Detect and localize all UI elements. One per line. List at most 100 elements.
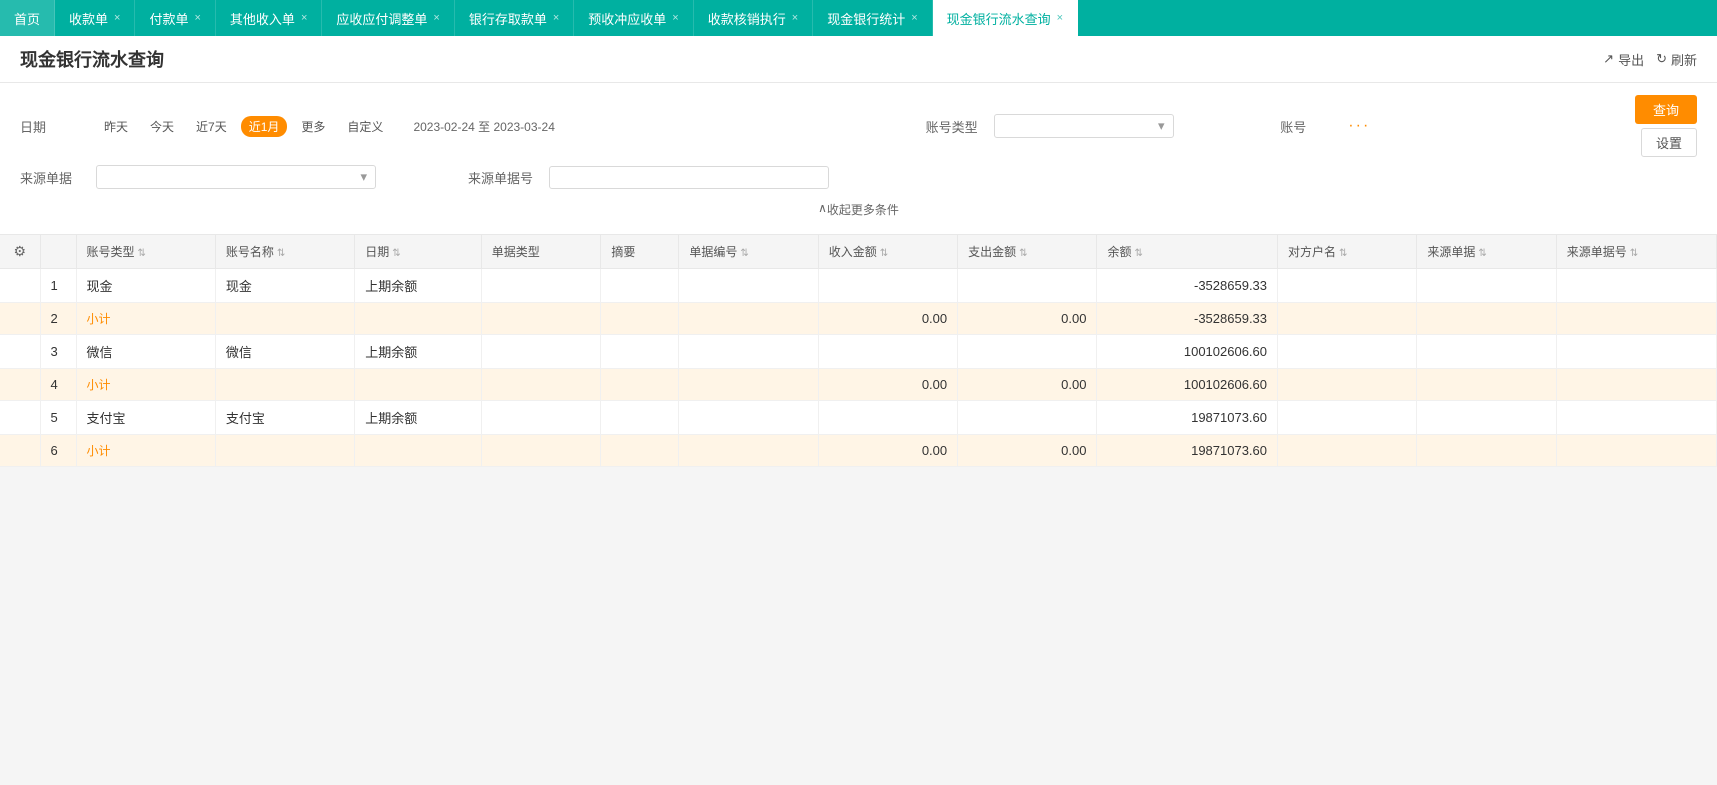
source-doc-select[interactable]: ▾ [96,165,376,189]
account-type-select[interactable]: ▾ [994,114,1174,138]
cell-expense: 0.00 [958,435,1097,467]
cell-doc-type [481,269,601,303]
nav-close-other-income[interactable]: × [301,12,307,24]
cell-balance: 100102606.60 [1097,335,1278,369]
cell-income: 0.00 [818,369,957,401]
cell-expense: 0.00 [958,303,1097,335]
date-opt-昨天[interactable]: 昨天 [96,116,136,137]
cell-doc-num [679,269,818,303]
nav-close-bank-deposit[interactable]: × [553,12,559,24]
col-balance[interactable]: 余额⇅ [1097,235,1278,269]
cell-income: 0.00 [818,435,957,467]
col-income[interactable]: 收入金额⇅ [818,235,957,269]
source-doc-num-input[interactable] [549,166,829,189]
col-source_doc_num[interactable]: 来源单据号⇅ [1556,235,1716,269]
cell-account-name: 微信 [215,335,354,369]
col-source_doc[interactable]: 来源单据⇅ [1417,235,1556,269]
col-account_type[interactable]: 账号类型⇅ [76,235,215,269]
query-button[interactable]: 查询 [1635,95,1697,124]
sort-icon-expense: ⇅ [1019,248,1027,259]
nav-item-home[interactable]: 首页 [0,0,55,36]
nav-item-bank-deposit[interactable]: 银行存取款单× [455,0,574,36]
account-type-label: 账号类型 [926,117,986,136]
data-table: ⚙账号类型⇅账号名称⇅日期⇅单据类型摘要单据编号⇅收入金额⇅支出金额⇅余额⇅对方… [0,235,1717,467]
filter-row-2: 来源单据 ▾ 来源单据号 [20,165,1697,189]
col-settings[interactable]: ⚙ [0,235,40,269]
cell-account-name: 支付宝 [215,401,354,435]
nav-item-payment[interactable]: 付款单× [135,0,215,36]
nav-item-advance-offset[interactable]: 预收冲应收单× [574,0,693,36]
sort-icon-doc_num: ⇅ [740,248,748,259]
cell-counterpart [1278,435,1417,467]
collapse-conditions-btn[interactable]: ∧ 收起更多条件 [20,197,1697,222]
cell-counterpart [1278,303,1417,335]
cell-summary [601,369,679,401]
nav-item-cash-bank-stats[interactable]: 现金银行统计× [813,0,932,36]
date-label: 日期 [20,117,80,136]
cell-doc-num [679,401,818,435]
cell-source-doc-num [1556,369,1716,401]
cell-account-type: 现金 [76,269,215,303]
nav-item-collect-exec[interactable]: 收款核销执行× [694,0,813,36]
cell-summary [601,303,679,335]
source-doc-label: 来源单据 [20,168,80,187]
nav-close-ap-adjustment[interactable]: × [433,12,439,24]
sort-icon-account_type: ⇅ [138,248,146,259]
cell-idx: 5 [40,401,76,435]
date-opt-更多[interactable]: 更多 [293,116,333,137]
date-options: 昨天今天近7天近1月更多自定义 [96,116,391,137]
cell-idx: 4 [40,369,76,401]
col-doc_num[interactable]: 单据编号⇅ [679,235,818,269]
export-button[interactable]: ↗ 导出 [1603,50,1644,69]
date-opt-近1月[interactable]: 近1月 [241,116,288,137]
col-date[interactable]: 日期⇅ [355,235,482,269]
nav-item-ap-adjustment[interactable]: 应收应付调整单× [322,0,454,36]
refresh-button[interactable]: ↻ 刷新 [1656,50,1697,69]
cell-source-doc-num [1556,435,1716,467]
gear-icon[interactable]: ⚙ [13,243,26,259]
account-type-group: 账号类型 ▾ [926,114,1265,138]
table-row: 4小计0.000.00100102606.60 [0,369,1717,401]
table-row: 1现金现金上期余额-3528659.33 [0,269,1717,303]
nav-close-advance-offset[interactable]: × [672,12,678,24]
cell-doc-num [679,435,818,467]
date-opt-自定义[interactable]: 自定义 [339,116,391,137]
cell-counterpart [1278,369,1417,401]
nav-item-receipt[interactable]: 收款单× [55,0,135,36]
cell-idx: 6 [40,435,76,467]
cell-balance: 100102606.60 [1097,369,1278,401]
col-counterpart[interactable]: 对方户名⇅ [1278,235,1417,269]
cell-account-type: 小计 [76,369,215,401]
nav-close-collect-exec[interactable]: × [792,12,798,24]
nav-close-receipt[interactable]: × [114,12,120,24]
col-idx [40,235,76,269]
table-row: 2小计0.000.00-3528659.33 [0,303,1717,335]
table-body: 1现金现金上期余额-3528659.332小计0.000.00-3528659.… [0,269,1717,467]
col-expense[interactable]: 支出金额⇅ [958,235,1097,269]
account-type-chevron: ▾ [1158,118,1165,134]
source-doc-num-label: 来源单据号 [468,168,533,187]
cell-idx: 1 [40,269,76,303]
cell-balance: -3528659.33 [1097,303,1278,335]
nav-item-cash-bank-flow[interactable]: 现金银行流水查询× [933,0,1078,36]
date-opt-近7天[interactable]: 近7天 [188,116,235,137]
nav-item-other-income[interactable]: 其他收入单× [216,0,322,36]
col-account_name[interactable]: 账号名称⇅ [215,235,354,269]
cell-counterpart [1278,401,1417,435]
cell-account-type: 小计 [76,303,215,335]
cell-date [355,369,482,401]
nav-close-payment[interactable]: × [194,12,200,24]
cell-source-doc [1417,401,1556,435]
nav-close-cash-bank-flow[interactable]: × [1057,12,1063,24]
sort-icon-counterpart: ⇅ [1339,248,1347,259]
refresh-icon: ↻ [1656,51,1667,67]
nav-close-cash-bank-stats[interactable]: × [911,12,917,24]
account-dots-btn[interactable]: ··· [1348,117,1370,135]
filter-area: 日期 昨天今天近7天近1月更多自定义 2023-02-24 至 2023-03-… [0,83,1717,235]
cell-account-name: 现金 [215,269,354,303]
settings-button[interactable]: 设置 [1641,128,1697,157]
subtotal-label: 小计 [87,378,111,392]
table-container: ⚙账号类型⇅账号名称⇅日期⇅单据类型摘要单据编号⇅收入金额⇅支出金额⇅余额⇅对方… [0,235,1717,467]
date-opt-今天[interactable]: 今天 [142,116,182,137]
cell-idx: 2 [40,303,76,335]
